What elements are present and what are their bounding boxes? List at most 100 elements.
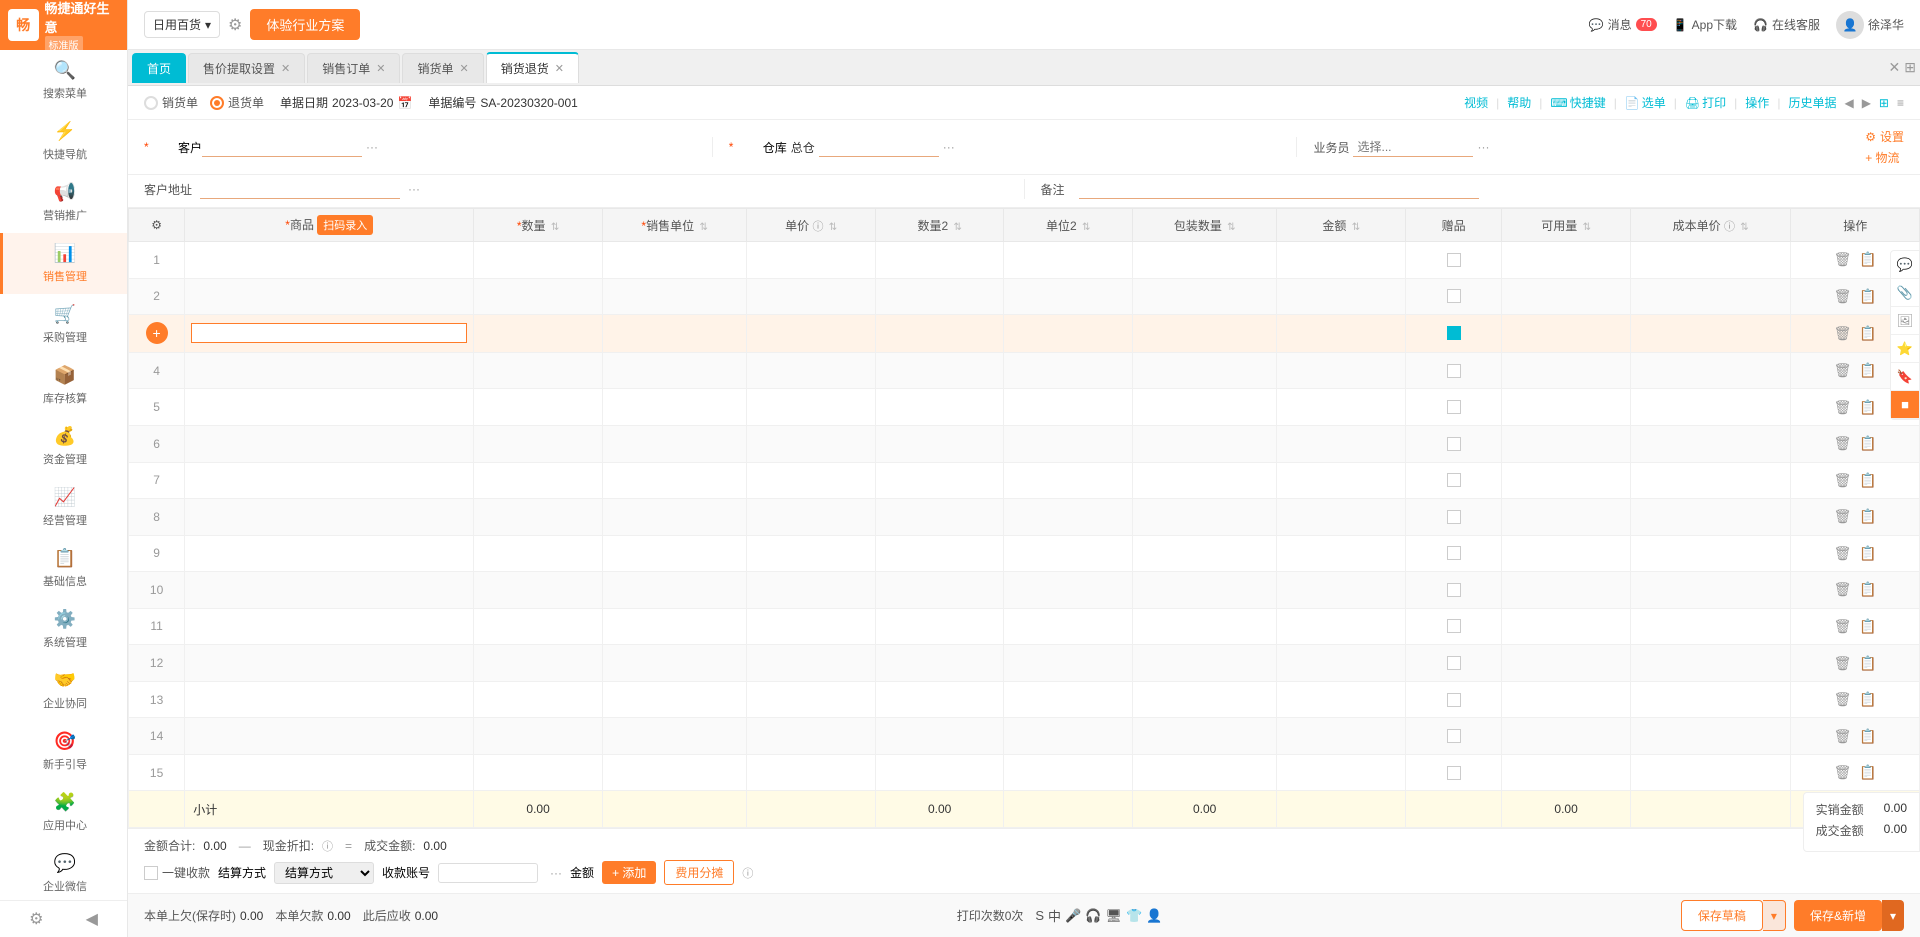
sort-pack-icon[interactable]: ⇅ [1227, 222, 1235, 233]
side-bookmark-icon[interactable]: 🔖 [1891, 363, 1919, 391]
unit-cell-9[interactable] [602, 535, 747, 572]
gift-cb-9[interactable] [1447, 546, 1461, 560]
settings-btn[interactable]: ⚙ 设置 [1865, 128, 1904, 145]
product-cell-10[interactable] [185, 572, 474, 609]
price-cell-15[interactable] [747, 754, 876, 791]
avail-cell-12[interactable] [1502, 645, 1631, 682]
unit-cell-2[interactable] [602, 278, 747, 315]
app-download-btn[interactable]: 📱 App下载 [1673, 16, 1737, 33]
delete-icon-8[interactable]: 🗑 [1834, 508, 1852, 525]
price-cell-9[interactable] [747, 535, 876, 572]
mic-icon[interactable]: 🎤 [1065, 908, 1081, 924]
gift-cb-5[interactable] [1447, 400, 1461, 414]
pack-cell-2[interactable] [1132, 278, 1277, 315]
warehouse-search-icon[interactable]: ··· [943, 140, 955, 154]
sidebar-item-4[interactable]: 🛒采购管理 [0, 294, 127, 355]
price-info-icon[interactable]: ⓘ [812, 221, 823, 233]
calendar-icon[interactable]: 📅 [397, 96, 412, 110]
gift-cell-3[interactable] [1405, 315, 1501, 353]
gift-cb-10[interactable] [1447, 583, 1461, 597]
add-payment-btn[interactable]: + 添加 [602, 861, 656, 884]
sidebar-item-7[interactable]: 📈经营管理 [0, 477, 127, 538]
sidebar-item-10[interactable]: 🤝企业协同 [0, 660, 127, 721]
gift-cb-2[interactable] [1447, 289, 1461, 303]
product-cell-14[interactable] [185, 718, 474, 755]
account-search-icon[interactable]: ··· [550, 866, 562, 880]
amount-cell-11[interactable] [1277, 608, 1406, 645]
sidebar-item-2[interactable]: 📢营销推广 [0, 172, 127, 233]
amount-cell-2[interactable] [1277, 278, 1406, 315]
sale-radio[interactable]: 销货单 [144, 94, 198, 111]
address-input[interactable] [200, 180, 400, 199]
avail-cell-11[interactable] [1502, 608, 1631, 645]
cost-info-icon[interactable]: ⓘ [1724, 221, 1735, 233]
copy-icon-3[interactable]: 📋 [1859, 325, 1876, 342]
video-link[interactable]: 视频 [1464, 94, 1488, 111]
product-cell-12[interactable] [185, 645, 474, 682]
product-cell-15[interactable] [185, 754, 474, 791]
pack-cell-4[interactable] [1132, 352, 1277, 389]
amount-cell-1[interactable] [1277, 242, 1406, 279]
tab-sale[interactable]: 销货单 ✕ [402, 53, 483, 83]
unit-cell-6[interactable] [602, 425, 747, 462]
amount-cell-3[interactable] [1277, 315, 1406, 353]
pack-cell-13[interactable] [1132, 681, 1277, 718]
collapse-icon[interactable]: ◀ [86, 909, 98, 929]
salesperson-input[interactable] [1353, 138, 1473, 157]
history-link[interactable]: 历史单据 [1788, 94, 1836, 111]
unit-cell-11[interactable] [602, 608, 747, 645]
qty2-cell-5[interactable] [875, 389, 1004, 426]
gift-cb-3[interactable] [1447, 326, 1461, 340]
delete-icon-9[interactable]: 🗑 [1834, 545, 1852, 562]
nav-prev-icon[interactable]: ◀ [1844, 96, 1853, 110]
price-cell-10[interactable] [747, 572, 876, 609]
delete-icon-11[interactable]: 🗑 [1834, 618, 1852, 635]
delete-icon-10[interactable]: 🗑 [1834, 581, 1852, 598]
message-btn[interactable]: 💬 消息 70 [1589, 16, 1657, 33]
qty-cell-11[interactable] [474, 608, 603, 645]
qty2-cell-3[interactable] [875, 315, 1004, 353]
price-cell-5[interactable] [747, 389, 876, 426]
pack-cell-11[interactable] [1132, 608, 1277, 645]
topbar-gear-icon[interactable]: ⚙ [228, 15, 242, 35]
gift-cell-5[interactable] [1405, 389, 1501, 426]
unit2-cell-10[interactable] [1004, 572, 1133, 609]
select-doc-link[interactable]: 📄 选单 [1625, 94, 1666, 111]
gift-cell-6[interactable] [1405, 425, 1501, 462]
warehouse-input[interactable] [819, 138, 939, 157]
amount-cell-8[interactable] [1277, 499, 1406, 536]
product-cell-2[interactable] [185, 278, 474, 315]
customer-input[interactable] [202, 138, 362, 157]
qty-cell-3[interactable] [474, 315, 603, 353]
sort-unit-icon[interactable]: ⇅ [699, 222, 707, 233]
sort-qty-icon[interactable]: ⇅ [551, 222, 559, 233]
avail-cell-5[interactable] [1502, 389, 1631, 426]
expand-icon[interactable]: ⊞ [1904, 59, 1916, 76]
price-cell-4[interactable] [747, 352, 876, 389]
qty-cell-10[interactable] [474, 572, 603, 609]
unit-cell-7[interactable] [602, 462, 747, 499]
sort-unit2-icon[interactable]: ⇅ [1082, 222, 1090, 233]
avail-cell-15[interactable] [1502, 754, 1631, 791]
delete-icon-5[interactable]: 🗑 [1834, 399, 1852, 416]
gift-cell-4[interactable] [1405, 352, 1501, 389]
online-service-btn[interactable]: 🎧 在线客服 [1753, 16, 1820, 33]
qty2-cell-2[interactable] [875, 278, 1004, 315]
account-input[interactable] [438, 863, 538, 883]
product-cell-6[interactable] [185, 425, 474, 462]
gift-cb-7[interactable] [1447, 473, 1461, 487]
amount-cell-4[interactable] [1277, 352, 1406, 389]
gift-cb-12[interactable] [1447, 656, 1461, 670]
sort-price-icon[interactable]: ⇅ [829, 222, 837, 233]
gift-cell-11[interactable] [1405, 608, 1501, 645]
unit2-cell-5[interactable] [1004, 389, 1133, 426]
unit2-cell-15[interactable] [1004, 754, 1133, 791]
gift-cb-11[interactable] [1447, 619, 1461, 633]
product-input-3[interactable] [191, 323, 467, 343]
sidebar-item-9[interactable]: ⚙️系统管理 [0, 599, 127, 660]
price-cell-1[interactable] [747, 242, 876, 279]
industry-selector[interactable]: 日用百货 ▾ [144, 11, 220, 38]
copy-icon-13[interactable]: 📋 [1859, 691, 1876, 708]
unit-cell-12[interactable] [602, 645, 747, 682]
amount-cell-12[interactable] [1277, 645, 1406, 682]
